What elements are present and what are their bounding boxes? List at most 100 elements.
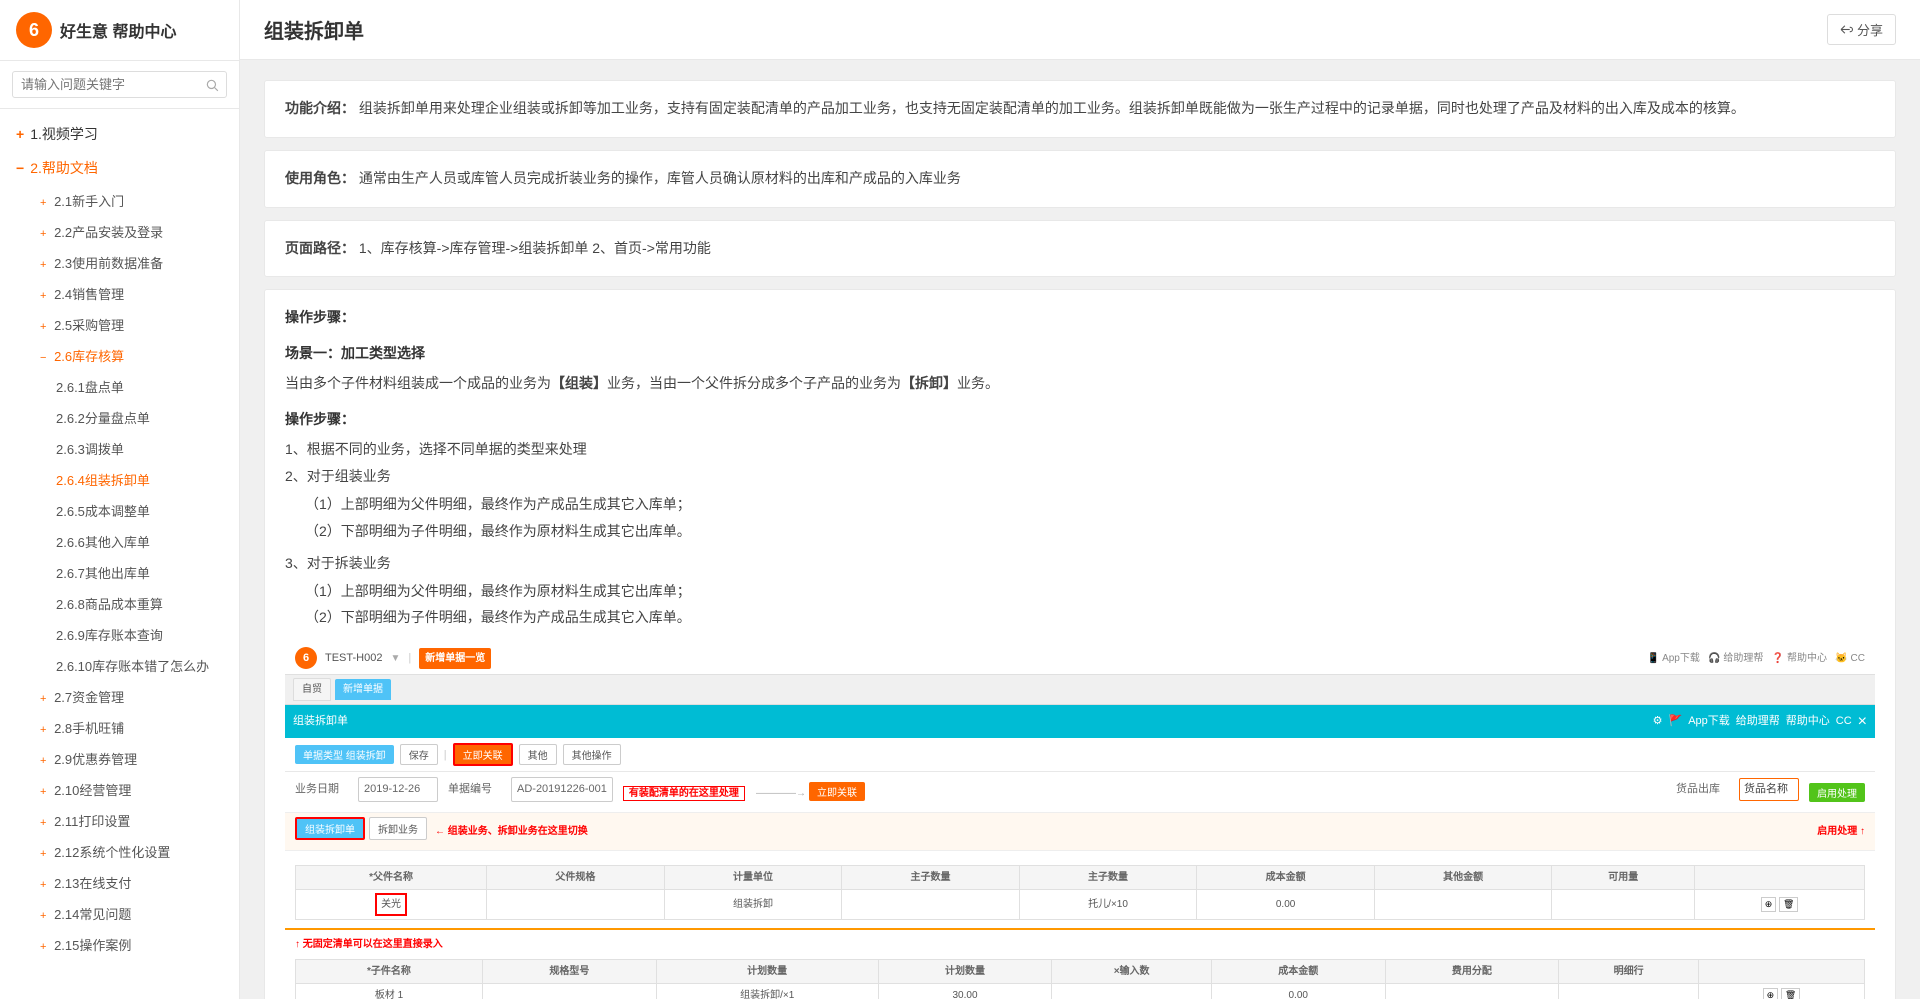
intro-label: 功能介绍： [285, 100, 355, 116]
logo-icon: 6 [16, 12, 52, 48]
fake-th-planqty2: 计划数量 [878, 960, 1052, 984]
fake-screenshot: 6 TEST-H002 ▼ | 新增单据一览 📱 App下载 🎧 给助理帮 ❓ … [285, 642, 1875, 999]
fake-lower-row-1: 板材 1 组装拆卸/×1 30.00 0.00 ⊕ [296, 984, 1865, 999]
sidebar-item-print[interactable]: + 2.11打印设置 [28, 805, 239, 836]
fake-dropdown-icon: ▼ [390, 650, 400, 667]
fake-lookup-input[interactable]: 货品名称 [1739, 778, 1799, 801]
sidebar-label-sales: 2.4销售管理 [54, 287, 124, 302]
fake-btn-type-active[interactable]: 单据类型 组装拆卸 [295, 745, 394, 764]
sidebar-item-2-6-2[interactable]: 2.6.2分量盘点单 [44, 402, 239, 433]
fake-icon-app: App下载 [1688, 712, 1730, 731]
role-card: 使用角色： 通常由生产人员或库管人员完成折装业务的操作，库管人员确认原材料的出库… [264, 150, 1896, 208]
main-content-area: 组装拆卸单 分享 功能介绍： 组装拆卸单用来处理企业组装或拆卸等加工业务，支持有… [240, 0, 1920, 999]
fake-lower-row1-action[interactable]: ⊕ [1763, 988, 1779, 999]
plus-icon-install: + [40, 228, 46, 240]
fake-type-btn-group: 组装拆卸单 拆卸业务 [295, 817, 427, 840]
fake-ann3-label: 启用处理 ↑ [1817, 823, 1865, 840]
sidebar-item-inventory[interactable]: − 2.6库存核算 [28, 340, 239, 371]
sidebar-item-2-6-3[interactable]: 2.6.3调拨单 [44, 433, 239, 464]
role-label: 使用角色： [285, 170, 355, 186]
fake-tab-newbill[interactable]: 新增单据 [335, 679, 391, 700]
fake-type-switch-row: 组装拆卸单 拆卸业务 ← 组装业务、拆卸业务在这里切换 启用处理 ↑ [285, 813, 1875, 851]
fake-annotation1-area: 立即关联 [453, 743, 513, 766]
sidebar-label-onlinepay: 2.13在线支付 [54, 876, 131, 891]
sidebar-label-inventory: 2.6库存核算 [54, 349, 124, 364]
fake-th-qty1: 主子数量 [842, 866, 1020, 890]
sidebar-item-2-6-10[interactable]: 2.6.10库存账本错了怎么办 [44, 650, 239, 681]
sidebar-item-mobile[interactable]: + 2.8手机旺铺 [28, 712, 239, 743]
fake-row-action-btn[interactable]: ⊕ [1761, 897, 1777, 912]
fake-new-btn[interactable]: 新增单据一览 [419, 648, 491, 669]
fake-field-date: 业务日期 2019-12-26 [295, 777, 438, 802]
sidebar-item-videos-label: 1.视频学习 [30, 124, 98, 144]
fake-th-parent: *父件名称 [296, 866, 487, 890]
sidebar-docs-children: + 2.1新手入门 + 2.2产品安装及登录 + 2.3使用前数据准备 + 2.… [0, 185, 239, 960]
screenshot-container: 6 TEST-H002 ▼ | 新增单据一览 📱 App下载 🎧 给助理帮 ❓ … [285, 642, 1875, 999]
fake-th-action [1695, 866, 1865, 890]
plus-icon-ops: + [40, 786, 46, 798]
sidebar-item-install[interactable]: + 2.2产品安装及登录 [28, 216, 239, 247]
fake-form-fields: 业务日期 2019-12-26 单据编号 AD-20191226-001 有装配… [285, 772, 1875, 813]
fake-th-qty2: 主子数量 [1019, 866, 1197, 890]
sidebar-item-cases[interactable]: + 2.15操作案例 [28, 929, 239, 960]
fake-ann1-badge: 有装配清单的在这里处理 [623, 786, 745, 801]
fake-lower-row1-delete[interactable]: 🗑 [1781, 988, 1800, 999]
fake-btn-process[interactable]: 启用处理 [1809, 783, 1865, 802]
fake-th-cost: 成本金额 [1197, 866, 1375, 890]
sidebar-item-2-6-6[interactable]: 2.6.6其他入库单 [44, 526, 239, 557]
fake-billno-input[interactable]: AD-20191226-001 [511, 777, 613, 802]
fake-row-delete-btn[interactable]: 🗑 [1779, 897, 1798, 912]
fake-date-input[interactable]: 2019-12-26 [358, 777, 438, 802]
sidebar-item-videos[interactable]: + 1.视频学习 [0, 117, 239, 151]
fake-th-planqty: 计划数量 [656, 960, 878, 984]
fake-btn-assoc[interactable]: 立即关联 [453, 743, 513, 766]
sidebar-item-2-6-9[interactable]: 2.6.9库存账本查询 [44, 619, 239, 650]
fake-btn-savedraft[interactable]: 保存 [400, 744, 438, 765]
sidebar-label-coupon: 2.9优惠券管理 [54, 752, 137, 767]
sidebar-item-2-6-5[interactable]: 2.6.5成本调整单 [44, 495, 239, 526]
sidebar-item-faq[interactable]: + 2.14常见问题 [28, 898, 239, 929]
sidebar-item-purchase[interactable]: + 2.5采购管理 [28, 309, 239, 340]
sidebar-item-docs[interactable]: − 2.帮助文档 [0, 151, 239, 185]
fake-btn-disassembly[interactable]: 拆卸业务 [369, 817, 427, 840]
fake-btn-assembly[interactable]: 组装拆卸单 [295, 817, 365, 840]
sidebar-label-newcomer: 2.1新手入门 [54, 194, 124, 209]
sidebar-label-faq: 2.14常见问题 [54, 907, 131, 922]
fake-btn-other[interactable]: 其他 [519, 744, 557, 765]
search-box[interactable] [0, 61, 239, 109]
search-input[interactable] [12, 71, 227, 98]
sidebar-item-2-6-1[interactable]: 2.6.1盘点单 [44, 371, 239, 402]
sidebar-item-coupon[interactable]: + 2.9优惠券管理 [28, 743, 239, 774]
fake-btn-other2[interactable]: 其他操作 [563, 744, 621, 765]
sidebar-item-sales[interactable]: + 2.4销售管理 [28, 278, 239, 309]
plus-icon-purchase: + [40, 321, 46, 333]
fake-close-icon[interactable]: × [1858, 708, 1867, 735]
sidebar-item-onlinepay[interactable]: + 2.13在线支付 [28, 867, 239, 898]
sidebar-item-newcomer[interactable]: + 2.1新手入门 [28, 185, 239, 216]
step-2: 2、对于组装业务 [285, 465, 1875, 489]
sidebar-label-cases: 2.15操作案例 [54, 938, 131, 953]
share-button[interactable]: 分享 [1827, 14, 1896, 45]
fake-form-toolbar: 单据类型 组装拆卸 保存 | 立即关联 其他 其他操作 [285, 738, 1875, 772]
fake-logo: 6 [295, 647, 317, 669]
scene1-desc: 当由多个子件材料组装成一个成品的业务为【组装】业务，当由一个父件拆分成多个子产品… [285, 372, 1875, 396]
plus-icon-dataprep: + [40, 259, 46, 271]
step-3-2: （2）下部明细为子件明细，最终作为产成品生成其它入库单。 [285, 606, 1875, 630]
plus-icon-sales: + [40, 290, 46, 302]
sidebar-item-2-6-8[interactable]: 2.6.8商品成本重算 [44, 588, 239, 619]
fake-btn-assoc2[interactable]: 立即关联 [809, 782, 865, 801]
fake-tab-home[interactable]: 自贸 [293, 678, 331, 701]
path-text: 1、库存核算->库存管理->组装拆卸单 2、首页->常用功能 [359, 240, 711, 256]
fake-parent-name-red[interactable]: 关光 [375, 893, 407, 916]
sidebar-item-custom[interactable]: + 2.12系统个性化设置 [28, 836, 239, 867]
sidebar-item-dataprep[interactable]: + 2.3使用前数据准备 [28, 247, 239, 278]
sidebar-item-ops[interactable]: + 2.10经营管理 [28, 774, 239, 805]
sidebar-item-2-6-4[interactable]: 2.6.4组装拆卸单 [44, 464, 239, 495]
sidebar-item-2-6-7[interactable]: 2.6.7其他出库单 [44, 557, 239, 588]
intro-card: 功能介绍： 组装拆卸单用来处理企业组装或拆卸等加工业务，支持有固定装配清单的产品… [264, 80, 1896, 138]
fake-th-detail: 明细行 [1559, 960, 1699, 984]
sidebar-item-docs-label: 2.帮助文档 [30, 158, 98, 178]
sidebar-item-cash[interactable]: + 2.7资金管理 [28, 681, 239, 712]
fake-th-unit: 计量单位 [664, 866, 842, 890]
logo-text: 好生意 帮助中心 [60, 18, 176, 42]
